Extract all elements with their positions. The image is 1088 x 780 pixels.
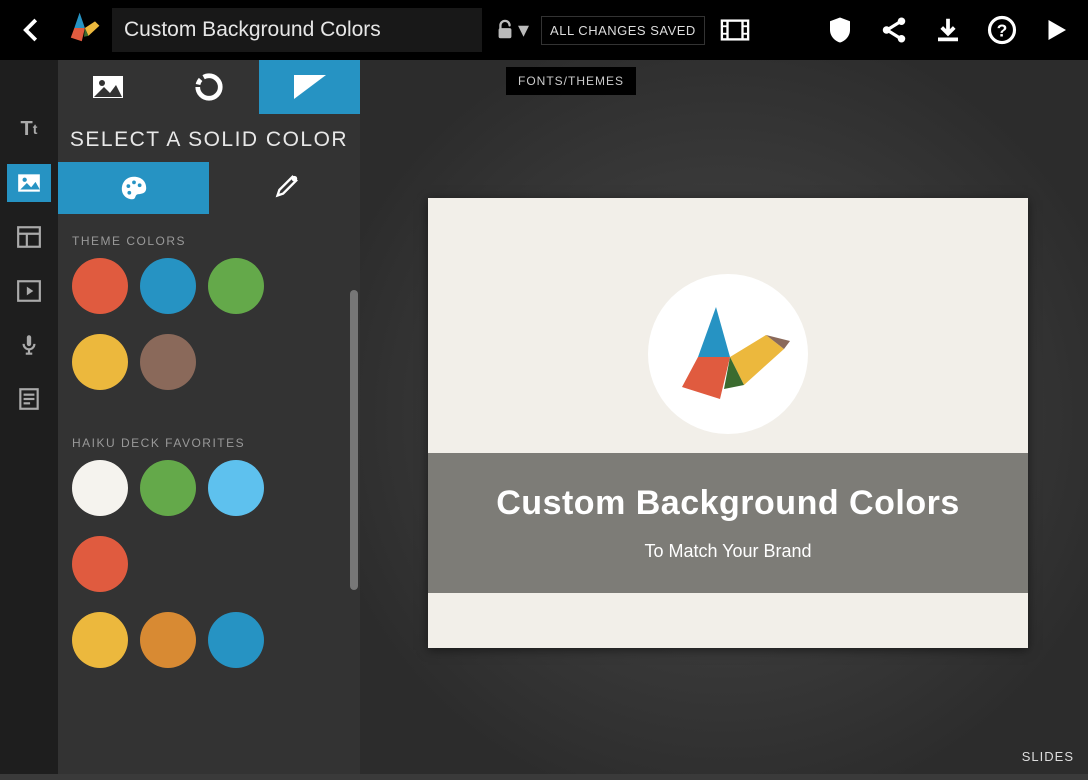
- color-swatch[interactable]: [140, 460, 196, 516]
- slide-subtitle: To Match Your Brand: [644, 541, 811, 562]
- solid-color-tab[interactable]: [259, 60, 360, 114]
- background-tool[interactable]: [7, 164, 51, 202]
- play-tool[interactable]: [7, 272, 51, 310]
- image-background-tab[interactable]: [58, 60, 159, 114]
- color-swatch[interactable]: [140, 612, 196, 668]
- deck-title-input[interactable]: [112, 8, 482, 52]
- color-swatch[interactable]: [140, 334, 196, 390]
- privacy-toggle[interactable]: ▾: [488, 17, 535, 43]
- download-icon[interactable]: [924, 6, 972, 54]
- favorites-label: HAIKU DECK FAVORITES: [72, 436, 346, 450]
- color-swatch[interactable]: [72, 612, 128, 668]
- panel-heading: SELECT A SOLID COLOR: [58, 114, 360, 162]
- color-swatch[interactable]: [208, 460, 264, 516]
- slide-title: Custom Background Colors: [496, 484, 959, 523]
- slide-logo: [648, 274, 808, 434]
- palette-mode[interactable]: [58, 162, 209, 214]
- help-icon[interactable]: ?: [978, 6, 1026, 54]
- slide-text-band: Custom Background Colors To Match Your B…: [428, 453, 1028, 593]
- color-swatch[interactable]: [208, 612, 264, 668]
- app-logo: [62, 6, 106, 55]
- shield-icon[interactable]: [816, 6, 864, 54]
- layout-tool[interactable]: [7, 218, 51, 256]
- color-swatch[interactable]: [72, 460, 128, 516]
- text-tool[interactable]: Tt: [7, 110, 51, 148]
- svg-text:?: ?: [997, 20, 1008, 40]
- slide-preview[interactable]: Custom Background Colors To Match Your B…: [428, 198, 1028, 648]
- color-swatch[interactable]: [72, 536, 128, 592]
- color-swatch[interactable]: [72, 258, 128, 314]
- chevron-down-icon: ▾: [518, 17, 529, 43]
- share-icon[interactable]: [870, 6, 918, 54]
- theme-colors-label: THEME COLORS: [72, 234, 346, 248]
- chart-background-tab[interactable]: [159, 60, 260, 114]
- film-icon[interactable]: [711, 6, 759, 54]
- color-swatch[interactable]: [72, 334, 128, 390]
- audio-tool[interactable]: [7, 326, 51, 364]
- color-swatch[interactable]: [208, 258, 264, 314]
- notes-tool[interactable]: [7, 380, 51, 418]
- slides-button[interactable]: SLIDES: [1022, 749, 1074, 764]
- back-button[interactable]: [8, 6, 56, 54]
- color-swatch[interactable]: [140, 258, 196, 314]
- fonts-themes-tab[interactable]: FONTS/THEMES: [506, 67, 636, 95]
- save-status: ALL CHANGES SAVED: [541, 16, 705, 45]
- eyedropper-mode[interactable]: [209, 162, 360, 214]
- play-icon[interactable]: [1032, 6, 1080, 54]
- panel-scrollbar[interactable]: [350, 290, 358, 780]
